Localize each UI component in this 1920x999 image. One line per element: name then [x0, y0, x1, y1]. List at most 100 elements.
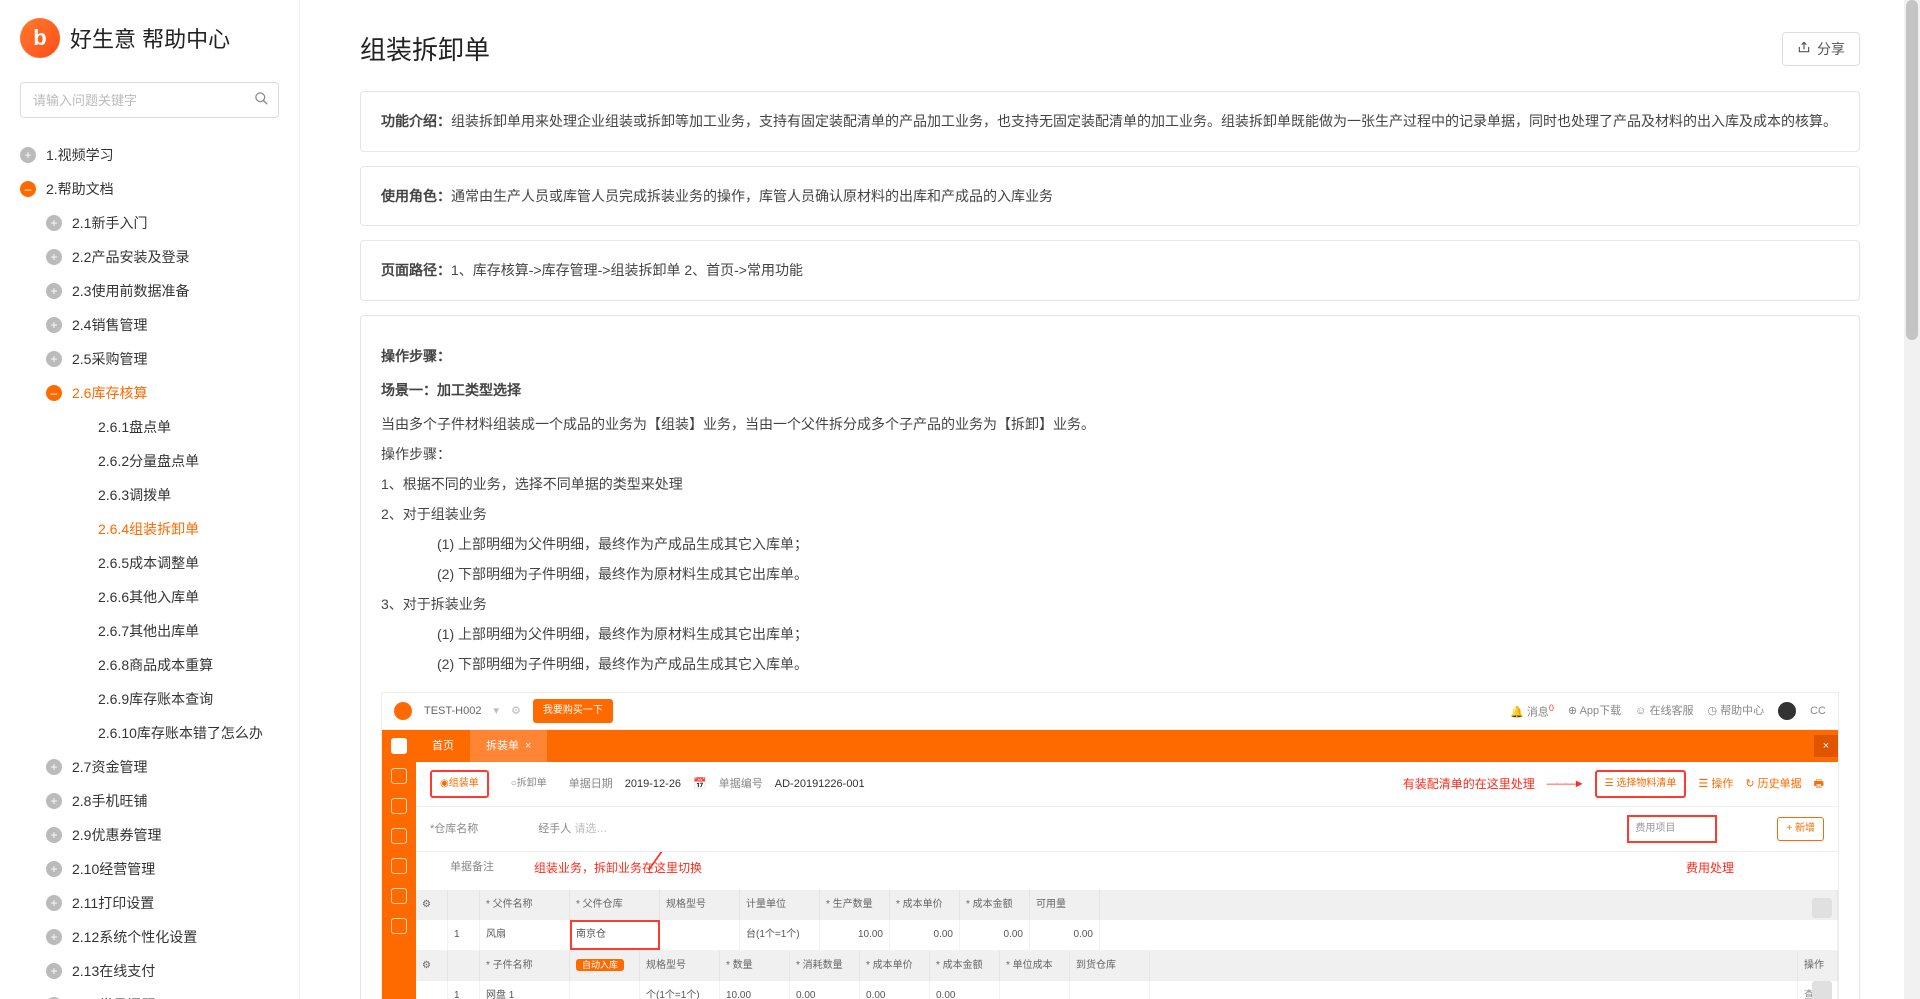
nav-item-2-2[interactable]: +2.2产品安装及登录 — [46, 240, 279, 274]
expand-icon: + — [46, 827, 62, 843]
nav-item-video[interactable]: +1.视频学习 — [20, 138, 279, 172]
type-assemble-chip: ◉ 组装单 — [430, 770, 489, 798]
nav-item-2-3[interactable]: +2.3使用前数据准备 — [46, 274, 279, 308]
step-2b: (2) 下部明细为子件明细，最终作为原材料生成其它出库单。 — [381, 560, 1839, 588]
nav-leaf-2-6-6[interactable]: 2.6.6其他入库单 — [98, 580, 279, 614]
rail-icon — [391, 798, 407, 814]
nav-label: 2.帮助文档 — [46, 179, 114, 199]
intro-text: 组装拆卸单用来处理企业组装或拆卸等加工业务，支持有固定装配清单的产品加工业务，也… — [451, 113, 1837, 129]
nav-label: 2.4销售管理 — [72, 315, 147, 335]
nav-label: 2.14常见问题 — [72, 995, 155, 999]
nav-item-2-6[interactable]: –2.6库存核算 — [46, 376, 279, 410]
nav-leaf-2-6-2[interactable]: 2.6.2分量盘点单 — [98, 444, 279, 478]
nav-label: 2.11打印设置 — [72, 893, 154, 913]
auto-in-badge: 自动入库 — [576, 959, 624, 971]
share-icon — [1797, 40, 1811, 57]
brand-title: 好生意 帮助中心 — [70, 22, 230, 54]
shot-form-row2: *仓库名称 经手人 请选… 费用项目 + 新增 — [416, 807, 1838, 852]
avatar-icon — [1778, 702, 1796, 720]
share-label: 分享 — [1817, 39, 1845, 59]
fee-add-btn: + 新增 — [1777, 817, 1824, 841]
wh-label: *仓库名称 — [430, 823, 478, 835]
rail-icon — [391, 828, 407, 844]
nav-item-2-1[interactable]: +2.1新手入门 — [46, 206, 279, 240]
steps-block: 操作步骤： 场景一：加工类型选择 当由多个子件材料组装成一个成品的业务为【组装】… — [360, 315, 1860, 999]
page-header: 组装拆卸单 分享 — [360, 30, 1860, 67]
shot-tabbar: 首页 拆装单× × — [416, 730, 1838, 762]
no-value: AD-20191226-001 — [775, 773, 865, 795]
path-text: 1、库存核算->库存管理->组装拆卸单 2、首页->常用功能 — [451, 262, 803, 278]
annot-switch: 组装业务，拆卸业务在这里切换 — [534, 856, 702, 880]
shot-msg-link: 🔔 消息0 — [1510, 699, 1554, 724]
expand-icon: + — [46, 929, 62, 945]
brand-logo-icon: b — [20, 18, 60, 58]
nav-leaf-2-6-8[interactable]: 2.6.8商品成本重算 — [98, 648, 279, 682]
grid-tool-icon — [1812, 898, 1832, 918]
shot-user: CC — [1810, 700, 1826, 722]
nav-item-2-5[interactable]: +2.5采购管理 — [46, 342, 279, 376]
nav-label: 2.7资金管理 — [72, 757, 147, 777]
expand-icon: + — [46, 249, 62, 265]
type-disassemble-chip: ○ 拆卸单 — [501, 772, 557, 796]
no-label: 单据编号 — [719, 773, 763, 795]
sidebar: b 好生意 帮助中心 +1.视频学习 –2.帮助文档 +2.1新手入门 +2.2… — [0, 0, 300, 999]
step-3a: (1) 上部明细为父件明细，最终作为原材料生成其它出库单； — [381, 620, 1839, 648]
nav-item-2-12[interactable]: +2.12系统个性化设置 — [46, 920, 279, 954]
nav-leaf-2-6-9[interactable]: 2.6.9库存账本查询 — [98, 682, 279, 716]
expand-icon: + — [46, 215, 62, 231]
sub-heading: 操作步骤： — [381, 440, 1839, 468]
nav-item-2-7[interactable]: +2.7资金管理 — [46, 750, 279, 784]
nav-item-2-14[interactable]: +2.14常见问题 — [46, 988, 279, 999]
nav-leaf-2-6-3[interactable]: 2.6.3调拨单 — [98, 478, 279, 512]
parent-grid-head: ⚙ * 父件名称* 父件仓库规格型号计量单位* 生产数量* 成本单价* 成本金额… — [416, 890, 1838, 920]
expand-icon: + — [46, 283, 62, 299]
nav-label: 2.8手机旺铺 — [72, 791, 147, 811]
annot-list: 有装配清单的在这里处理 — [1403, 772, 1535, 796]
shot-form-row1: ◉ 组装单 ○ 拆卸单 单据日期 2019-12-26📅 单据编号 AD-201… — [416, 762, 1838, 807]
nav-item-2-4[interactable]: +2.4销售管理 — [46, 308, 279, 342]
steps-heading: 操作步骤： — [381, 342, 1839, 370]
nav-item-2-10[interactable]: +2.10经营管理 — [46, 852, 279, 886]
nav-label: 2.13在线支付 — [72, 961, 155, 981]
page-title: 组装拆卸单 — [360, 30, 490, 67]
nav-leaf-2-6-5[interactable]: 2.6.5成本调整单 — [98, 546, 279, 580]
nav-item-docs[interactable]: –2.帮助文档 — [20, 172, 279, 206]
nav-leaf-2-6-7[interactable]: 2.6.7其他出库单 — [98, 614, 279, 648]
path-card: 页面路径：1、库存核算->库存管理->组装拆卸单 2、首页->常用功能 — [360, 240, 1860, 301]
grid-tool-icon — [1812, 981, 1832, 999]
nav-leaf-2-6-4[interactable]: 2.6.4组装拆卸单 — [98, 512, 279, 546]
shot-account: TEST-H002 — [424, 700, 481, 722]
expand-icon: + — [46, 861, 62, 877]
share-button[interactable]: 分享 — [1782, 32, 1860, 66]
expand-icon: + — [46, 963, 62, 979]
nav-item-2-13[interactable]: +2.13在线支付 — [46, 954, 279, 988]
scrollbar[interactable] — [1904, 0, 1920, 999]
step-2: 2、对于组装业务 — [381, 500, 1839, 528]
scrollbar-thumb[interactable] — [1906, 0, 1918, 340]
handler-label: 经手人 — [538, 823, 571, 835]
shot-trial-button: 我要购买一下 — [533, 699, 613, 723]
search-box — [20, 82, 279, 118]
search-input[interactable] — [20, 82, 279, 118]
nav-root: +1.视频学习 –2.帮助文档 +2.1新手入门 +2.2产品安装及登录 +2.… — [20, 138, 279, 999]
arrow-icon: ———► — [1547, 773, 1583, 795]
nav-label: 2.10经营管理 — [72, 859, 155, 879]
collapse-icon: – — [46, 385, 62, 401]
nav-item-2-9[interactable]: +2.9优惠券管理 — [46, 818, 279, 852]
annot-fee: 费用处理 — [1686, 856, 1824, 880]
expand-icon: + — [20, 147, 36, 163]
nav-item-2-11[interactable]: +2.11打印设置 — [46, 886, 279, 920]
tool-icon: ☰ 操作 — [1698, 773, 1733, 795]
step-2a: (1) 上部明细为父件明细，最终作为产成品生成其它入库单； — [381, 530, 1839, 558]
scene-title: 场景一：加工类型选择 — [381, 376, 1839, 404]
expand-icon: + — [46, 759, 62, 775]
expand-icon: + — [46, 895, 62, 911]
step-1: 1、根据不同的业务，选择不同单据的类型来处理 — [381, 470, 1839, 498]
btn-select-list: ☰ 选择物料清单 — [1595, 770, 1687, 798]
nav-leaf-2-6-10[interactable]: 2.6.10库存账本错了怎么办 — [98, 716, 279, 750]
nav-leaf-2-6-1[interactable]: 2.6.1盘点单 — [98, 410, 279, 444]
nav-label: 2.1新手入门 — [72, 213, 147, 233]
nav-label: 2.6库存核算 — [72, 383, 147, 403]
collapse-icon: – — [20, 181, 36, 197]
nav-item-2-8[interactable]: +2.8手机旺铺 — [46, 784, 279, 818]
